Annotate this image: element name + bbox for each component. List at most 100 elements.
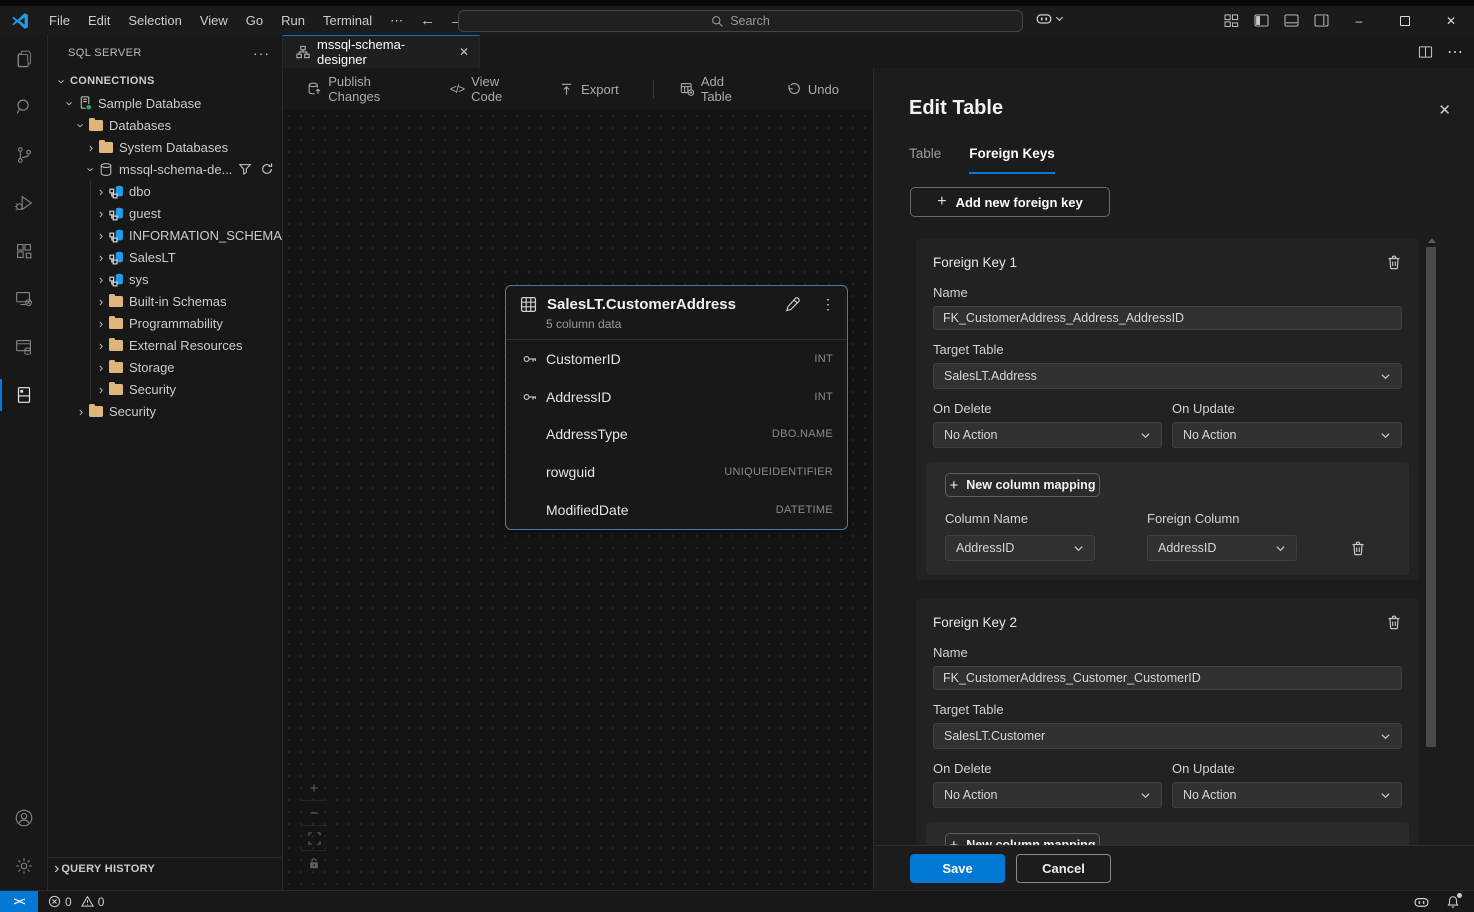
tree-item-information-schema[interactable]: › INFORMATION_SCHEMA [48,224,282,246]
extensions-icon[interactable] [0,227,47,275]
on-update-select[interactable]: No Action [1172,782,1402,808]
on-delete-select[interactable]: No Action [933,422,1162,448]
tree-item-dbo[interactable]: › dbo [48,180,282,202]
export-button[interactable]: Export [559,82,619,97]
notifications-bell[interactable] [1446,895,1460,909]
menu-view[interactable]: View [191,6,237,35]
settings-gear-icon[interactable] [0,842,47,890]
menu-overflow-icon[interactable]: ⋯ [381,13,413,29]
panel-close-icon[interactable]: ✕ [1438,101,1451,119]
add-new-foreign-key-button[interactable]: + Add new foreign key [910,187,1110,217]
minimize-button[interactable]: – [1336,6,1382,35]
column-row[interactable]: rowguid UNIQUEIDENTIFIER [506,453,847,491]
remote-explorer-icon[interactable] [0,275,47,323]
table-node-customeraddress[interactable]: SalesLT.CustomerAddress ⋮ 5 column data [505,285,848,530]
tree-item-saleslt[interactable]: › SalesLT [48,246,282,268]
menu-selection[interactable]: Selection [119,6,190,35]
explorer-icon[interactable] [0,35,47,83]
tab-close-icon[interactable]: ✕ [459,45,469,59]
target-table-select[interactable]: SalesLT.Address [933,363,1402,389]
tab-table[interactable]: Table [909,146,941,174]
foreign-key-name-input[interactable] [933,666,1402,690]
fit-view-button[interactable] [301,826,327,851]
menu-go[interactable]: Go [237,6,272,35]
on-delete-select[interactable]: No Action [933,782,1162,808]
menu-terminal[interactable]: Terminal [314,6,381,35]
run-debug-icon[interactable] [0,179,47,227]
more-actions-icon[interactable]: ⋯ [1447,42,1464,62]
tree-item-databases[interactable]: › Databases [48,114,282,136]
tree-item-storage[interactable]: › Storage [48,356,282,378]
cancel-button[interactable]: Cancel [1016,854,1111,883]
mapping-foreign-select[interactable]: AddressID [1147,535,1297,561]
new-column-mapping-button[interactable]: + New column mapping [945,833,1100,845]
view-code-button[interactable]: </> View Code [450,74,525,104]
zoom-in-button[interactable]: + [301,776,327,801]
source-control-icon[interactable] [0,131,47,179]
tree-item-external-resources[interactable]: › External Resources [48,334,282,356]
menu-edit[interactable]: Edit [79,6,119,35]
tree-item-sample-database[interactable]: › Sample Database [48,92,282,114]
add-table-button[interactable]: Add Table [680,74,752,104]
column-row[interactable]: ModifiedDate DATETIME [506,491,847,529]
column-row[interactable]: AddressID INT [506,378,847,416]
delete-mapping-icon[interactable] [1350,540,1366,557]
menu-run[interactable]: Run [272,6,314,35]
new-column-mapping-button[interactable]: + New column mapping [945,473,1100,497]
tab-mssql-schema-designer[interactable]: mssql-schema-designer ✕ [283,35,480,68]
schema-designer-view-icon[interactable] [0,371,47,419]
save-button[interactable]: Save [910,854,1005,883]
filter-icon[interactable] [238,162,252,176]
sql-server-view-icon[interactable] [0,323,47,371]
tree-item-system-databases[interactable]: › System Databases [48,136,282,158]
toggle-secondary-sidebar-icon[interactable] [1306,6,1336,35]
sidebar-more-actions-icon[interactable]: ··· [253,45,270,61]
refresh-icon[interactable] [260,162,274,176]
tab-foreign-keys[interactable]: Foreign Keys [969,146,1055,174]
lock-button[interactable] [301,851,327,876]
tree-item-sys[interactable]: › sys [48,268,282,290]
accounts-icon[interactable] [0,794,47,842]
panel-scrollbar[interactable] [1426,238,1437,845]
menu-file[interactable]: File [40,6,79,35]
toggle-primary-sidebar-icon[interactable] [1246,6,1276,35]
undo-button[interactable]: Undo [786,82,839,97]
tree-item-connections[interactable]: › CONNECTIONS [48,70,282,92]
tree-item-security-server[interactable]: › Security [48,400,282,422]
remote-indicator[interactable]: >< [0,891,38,912]
column-row[interactable]: AddressType DBO.NAME [506,416,847,454]
table-node-kebab-icon[interactable]: ⋮ [821,296,835,313]
close-window-button[interactable]: ✕ [1428,6,1474,35]
tree-item-guest[interactable]: › guest [48,202,282,224]
maximize-button[interactable] [1382,6,1428,35]
scrollbar-up-arrow-icon[interactable] [1428,238,1436,243]
mapping-column-select[interactable]: AddressID [945,535,1095,561]
delete-foreign-key-icon[interactable] [1386,254,1402,271]
command-center-search[interactable]: Search [458,10,1023,32]
delete-foreign-key-icon[interactable] [1386,614,1402,631]
navigate-back-icon[interactable]: ← [413,12,442,29]
tree-item-builtin-schemas[interactable]: › Built-in Schemas [48,290,282,312]
split-editor-icon[interactable] [1418,45,1433,59]
on-update-select[interactable]: No Action [1172,422,1402,448]
publish-changes-button[interactable]: Publish Changes [307,74,416,104]
customize-layout-icon[interactable] [1216,6,1246,35]
foreign-key-name-input[interactable] [933,306,1402,330]
scrollbar-thumb[interactable] [1426,247,1436,747]
zoom-out-button[interactable]: − [301,801,327,826]
search-view-icon[interactable] [0,83,47,131]
copilot-menu[interactable] [1035,11,1064,26]
edit-table-pencil-icon[interactable] [784,296,801,313]
column-row[interactable]: CustomerID INT [506,340,847,378]
tree-label: INFORMATION_SCHEMA [129,228,282,243]
target-table-select[interactable]: SalesLT.Customer [933,723,1402,749]
tree-item-programmability[interactable]: › Programmability [48,312,282,334]
copilot-status-icon[interactable] [1413,895,1430,909]
designer-canvas[interactable]: SalesLT.CustomerAddress ⋮ 5 column data [283,110,873,890]
problems-indicator[interactable]: 0 0 [48,895,104,909]
foreign-keys-scroll-area[interactable]: Foreign Key 1 Name Target Table SalesLT.… [874,230,1474,845]
tree-item-security-db[interactable]: › Security [48,378,282,400]
tree-item-mssql-schema-database[interactable]: › mssql-schema-de... [48,158,282,180]
query-history-section[interactable]: › QUERY HISTORY [48,857,282,879]
toggle-panel-icon[interactable] [1276,6,1306,35]
